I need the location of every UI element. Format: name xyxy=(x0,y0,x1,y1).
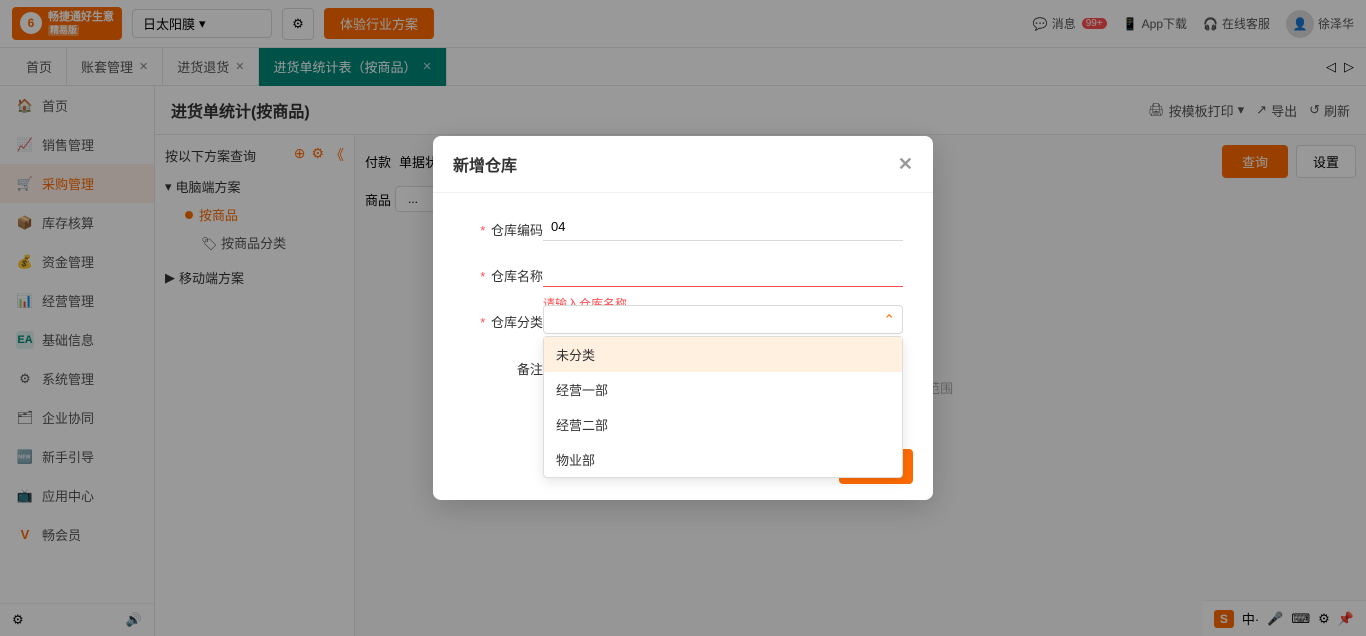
dropdown-item-dept1-label: 经营一部 xyxy=(556,383,608,398)
dropdown-item-dept1[interactable]: 经营一部 xyxy=(544,372,902,407)
category-dropdown: 未分类 经营一部 经营二部 物业部 xyxy=(543,336,903,478)
warehouse-name-input[interactable] xyxy=(543,259,903,287)
warehouse-name-label: * 仓库名称 xyxy=(463,259,543,285)
form-row-code: * 仓库编码 xyxy=(463,213,903,241)
dropdown-item-dept2[interactable]: 经营二部 xyxy=(544,407,902,442)
required-star-name: * xyxy=(480,269,485,284)
dropdown-item-unclassified-label: 未分类 xyxy=(556,348,595,363)
required-star-code: * xyxy=(480,223,485,238)
dropdown-item-dept3[interactable]: 物业部 xyxy=(544,442,902,477)
dropdown-item-unclassified[interactable]: 未分类 xyxy=(544,337,902,372)
form-row-name: * 仓库名称 请输入仓库名称 xyxy=(463,259,903,287)
dropdown-item-dept2-label: 经营二部 xyxy=(556,418,608,433)
warehouse-category-label: * 仓库分类 xyxy=(463,305,543,331)
category-select-wrapper: ⌃ xyxy=(543,305,903,334)
dialog-title: 新增仓库 xyxy=(453,152,517,176)
dialog-close-icon[interactable]: ✕ xyxy=(898,154,913,175)
form-row-category: * 仓库分类 ⌃ 未分类 经营一部 经营二部 xyxy=(463,305,903,334)
warehouse-code-input[interactable] xyxy=(543,213,903,241)
dialog-new-warehouse: 新增仓库 ✕ * 仓库编码 * 仓库名称 请输入仓库名称 xyxy=(433,136,933,500)
warehouse-code-label: * 仓库编码 xyxy=(463,213,543,239)
category-arrow-icon[interactable]: ⌃ xyxy=(883,311,895,328)
required-star-category: * xyxy=(480,315,485,330)
dialog-header: 新增仓库 ✕ xyxy=(433,136,933,193)
modal-overlay: 新增仓库 ✕ * 仓库编码 * 仓库名称 请输入仓库名称 xyxy=(0,0,1366,636)
remark-label: 备注 xyxy=(463,352,543,378)
dialog-body: * 仓库编码 * 仓库名称 请输入仓库名称 * 仓库分类 xyxy=(433,193,933,437)
category-input[interactable] xyxy=(543,305,903,334)
dropdown-item-dept3-label: 物业部 xyxy=(556,453,595,468)
